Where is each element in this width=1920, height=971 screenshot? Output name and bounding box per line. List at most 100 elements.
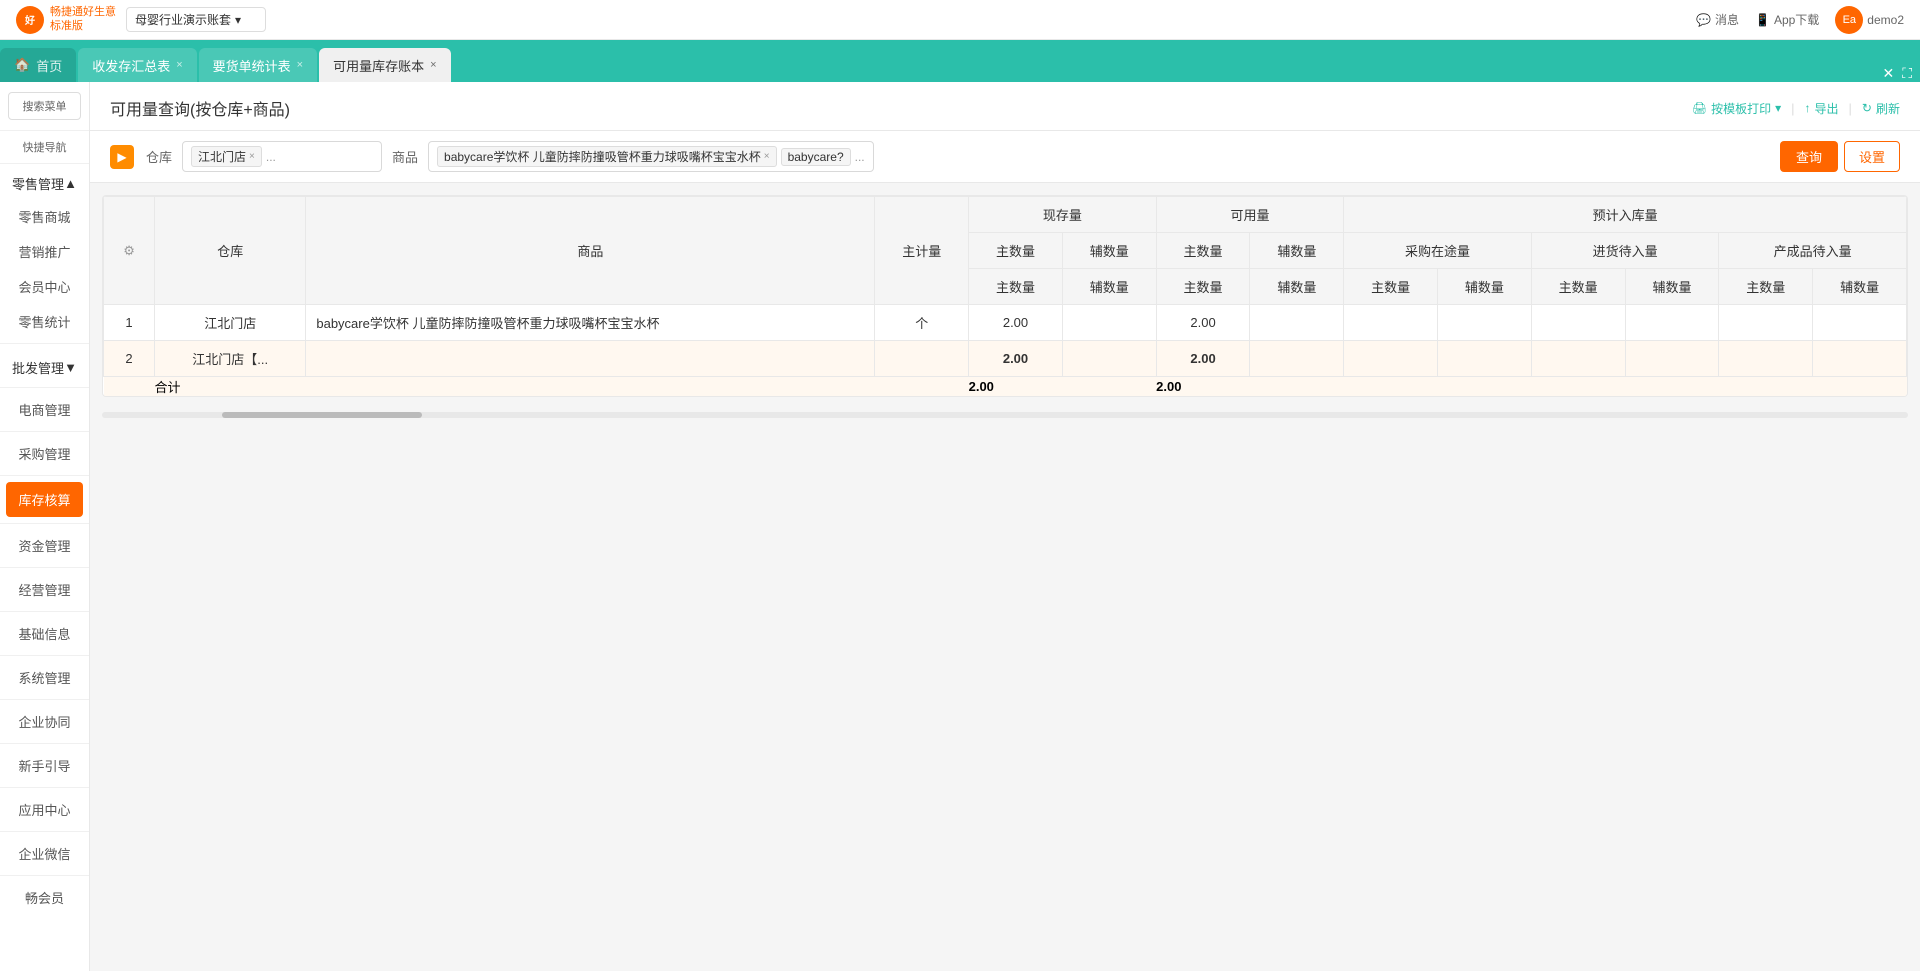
sidebar-group-retail-header[interactable]: 零售管理 ▲ bbox=[0, 164, 89, 199]
warehouse-tag-close-1[interactable]: × bbox=[249, 151, 255, 162]
logo-text: 畅捷通好生意 标准版 bbox=[50, 6, 116, 32]
row2-cur-aux bbox=[1062, 341, 1156, 377]
setting-button[interactable]: 设置 bbox=[1844, 141, 1900, 172]
user-profile[interactable]: Ea demo2 bbox=[1835, 6, 1904, 34]
sidebar-item-retail-mall[interactable]: 零售商城 bbox=[0, 199, 89, 234]
sidebar-item-wechat[interactable]: 企业微信 bbox=[0, 836, 89, 871]
content-area: 可用量查询(按仓库+商品) 🖨 按模板打印 ▾ | ↑ 导出 | ↻ 刷新 bbox=[90, 82, 1920, 971]
product-filter-input[interactable]: babycare学饮杯 儿童防摔防撞吸管杯重力球吸嘴杯宝宝水杯 × babyca… bbox=[428, 141, 874, 172]
nav-maximize-btn[interactable]: ⛶ bbox=[1902, 65, 1912, 82]
page-actions: 🖨 按模板打印 ▾ | ↑ 导出 | ↻ 刷新 bbox=[1692, 100, 1900, 117]
col-cur-main-qty2: 主数量 bbox=[969, 269, 1063, 305]
col-available-main-qty: 主数量 bbox=[1156, 233, 1250, 269]
scroll-thumb[interactable] bbox=[222, 412, 422, 418]
col-inbound-main: 主数量 bbox=[1531, 269, 1625, 305]
row2-warehouse: 江北门店【... bbox=[155, 341, 306, 377]
warehouse-filter-input[interactable]: 江北门店 × ... bbox=[182, 141, 382, 172]
product-tag-2[interactable]: babycare? bbox=[781, 148, 851, 166]
query-button[interactable]: 查询 bbox=[1780, 141, 1838, 172]
row1-inb-aux bbox=[1625, 305, 1719, 341]
product-tag-1[interactable]: babycare学饮杯 儿童防摔防撞吸管杯重力球吸嘴杯宝宝水杯 × bbox=[437, 146, 777, 167]
sidebar-item-retail-stats[interactable]: 零售统计 bbox=[0, 304, 89, 339]
tab-close-order-stats[interactable]: × bbox=[297, 59, 303, 71]
sidebar: 搜索菜单 快捷导航 零售管理 ▲ 零售商城 营销推广 会员中心 零售统计 批发管… bbox=[0, 82, 90, 971]
total-inb-main bbox=[1531, 377, 1625, 397]
row1-prod-main bbox=[1719, 305, 1813, 341]
main-layout: 搜索菜单 快捷导航 零售管理 ▲ 零售商城 营销推广 会员中心 零售统计 批发管… bbox=[0, 82, 1920, 971]
sidebar-item-appstore[interactable]: 应用中心 bbox=[0, 792, 89, 827]
row1-inb-main bbox=[1531, 305, 1625, 341]
scroll-track bbox=[102, 412, 1908, 418]
sidebar-item-basic[interactable]: 基础信息 bbox=[0, 616, 89, 651]
industry-select[interactable]: 母婴行业演示账套 ▾ bbox=[126, 7, 266, 32]
table-row: 2 江北门店【... 2.00 2.00 bbox=[104, 341, 1907, 377]
col-inbound-pending-header: 进货待入量 bbox=[1531, 233, 1719, 269]
inventory-table: ⚙ 仓库 商品 主计量 现存量 可用量 预计入库量 主数量 辅数量 主数量 辅数… bbox=[103, 196, 1907, 396]
export-button[interactable]: ↑ 导出 bbox=[1805, 100, 1839, 117]
sidebar-item-operations[interactable]: 经营管理 bbox=[0, 572, 89, 607]
tab-receipts[interactable]: 收发存汇总表 × bbox=[78, 48, 196, 82]
sidebar-item-inventory[interactable]: 库存核算 bbox=[6, 482, 83, 517]
divider-6 bbox=[0, 567, 89, 568]
col-planned-inbound-header: 预计入库量 bbox=[1344, 197, 1907, 233]
sidebar-search-area: 搜索菜单 bbox=[0, 82, 89, 131]
warehouse-more[interactable]: ... bbox=[266, 150, 276, 164]
total-row: 合计 2.00 2.00 bbox=[104, 377, 1907, 397]
sidebar-item-members[interactable]: 会员中心 bbox=[0, 269, 89, 304]
tab-inventory-ledger[interactable]: 可用量库存账本 × bbox=[319, 48, 450, 82]
product-filter-label: 商品 bbox=[392, 147, 418, 166]
row2-product bbox=[306, 341, 875, 377]
row2-prod-aux bbox=[1813, 341, 1907, 377]
row1-prod-aux bbox=[1813, 305, 1907, 341]
sidebar-item-system[interactable]: 系统管理 bbox=[0, 660, 89, 695]
chevron-down-icon: ▾ bbox=[235, 13, 241, 27]
message-button[interactable]: 💬 消息 bbox=[1696, 11, 1739, 28]
row1-cur-main: 2.00 bbox=[969, 305, 1063, 341]
divider-7 bbox=[0, 611, 89, 612]
tab-close-inventory-ledger[interactable]: × bbox=[430, 59, 436, 71]
sidebar-item-marketing[interactable]: 营销推广 bbox=[0, 234, 89, 269]
tab-order-stats[interactable]: 要货单统计表 × bbox=[199, 48, 317, 82]
filter-toggle-button[interactable]: ▶ bbox=[110, 145, 134, 169]
col-current-stock-header: 现存量 bbox=[969, 197, 1157, 233]
app-download-button[interactable]: 📱 App下载 bbox=[1755, 11, 1819, 28]
col-purchase-aux: 辅数量 bbox=[1438, 269, 1532, 305]
nav-close-btn[interactable]: ✕ bbox=[1882, 65, 1894, 82]
divider-10 bbox=[0, 743, 89, 744]
tab-home[interactable]: 🏠 首页 bbox=[0, 48, 76, 82]
sidebar-item-ecommerce[interactable]: 电商管理 bbox=[0, 392, 89, 427]
chevron-down-icon-print: ▾ bbox=[1775, 101, 1781, 115]
row1-product: babycare学饮杯 儿童防摔防撞吸管杯重力球吸嘴杯宝宝水杯 bbox=[306, 305, 875, 341]
row1-avail-aux bbox=[1250, 305, 1344, 341]
total-prod-main bbox=[1719, 377, 1813, 397]
sidebar-group-wholesale-header[interactable]: 批发管理 ▼ bbox=[0, 348, 89, 383]
horizontal-scrollbar[interactable] bbox=[90, 409, 1920, 421]
logo-icon: 好 bbox=[16, 6, 44, 34]
row2-cur-main: 2.00 bbox=[969, 341, 1063, 377]
search-menu-button[interactable]: 搜索菜单 bbox=[8, 92, 81, 120]
quick-nav-button[interactable]: 快捷导航 bbox=[0, 131, 89, 164]
refresh-button[interactable]: ↻ 刷新 bbox=[1862, 100, 1900, 117]
page-title: 可用量查询(按仓库+商品) bbox=[110, 96, 290, 120]
phone-icon: 📱 bbox=[1755, 13, 1770, 27]
refresh-icon: ↻ bbox=[1862, 101, 1872, 115]
sidebar-item-finance[interactable]: 资金管理 bbox=[0, 528, 89, 563]
nav-tabs: 🏠 首页 收发存汇总表 × 要货单统计表 × 可用量库存账本 × ✕ ⛶ bbox=[0, 40, 1920, 82]
sidebar-item-purchase[interactable]: 采购管理 bbox=[0, 436, 89, 471]
col-product-aux: 辅数量 bbox=[1813, 269, 1907, 305]
print-template-button[interactable]: 🖨 按模板打印 ▾ bbox=[1692, 100, 1781, 117]
row2-avail-aux bbox=[1250, 341, 1344, 377]
top-bar-right: 💬 消息 📱 App下载 Ea demo2 bbox=[1696, 6, 1904, 34]
col-product-pending-header: 产成品待入量 bbox=[1719, 233, 1907, 269]
sidebar-item-enterprise[interactable]: 企业协同 bbox=[0, 704, 89, 739]
chevron-down-icon-wholesale: ▼ bbox=[64, 360, 77, 375]
product-more[interactable]: ... bbox=[855, 150, 865, 164]
total-label bbox=[104, 377, 155, 397]
top-bar: 好 畅捷通好生意 标准版 母婴行业演示账套 ▾ 💬 消息 📱 App下载 Ea … bbox=[0, 0, 1920, 40]
logo-area: 好 畅捷通好生意 标准版 bbox=[16, 6, 116, 34]
tab-close-receipts[interactable]: × bbox=[176, 59, 182, 71]
sidebar-item-newbie[interactable]: 新手引导 bbox=[0, 748, 89, 783]
product-tag-close-1[interactable]: × bbox=[764, 151, 770, 162]
warehouse-tag-1[interactable]: 江北门店 × bbox=[191, 146, 262, 167]
sidebar-item-vip[interactable]: 畅会员 bbox=[0, 880, 89, 915]
